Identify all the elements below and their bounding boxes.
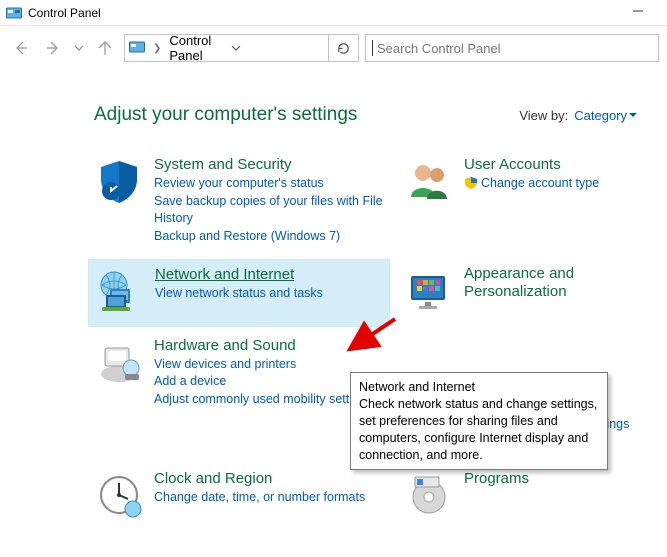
appearance-icon <box>404 265 454 315</box>
hardware-icon <box>94 337 144 387</box>
category-system-security[interactable]: System and Security Review your computer… <box>88 150 390 255</box>
category-sublink[interactable]: Change date, time, or number formats <box>154 489 365 506</box>
category-programs[interactable]: Programs <box>398 464 643 530</box>
refresh-button[interactable] <box>328 35 358 61</box>
category-sublink[interactable]: Adjust commonly used mobility settings <box>154 391 372 408</box>
breadcrumb-label[interactable]: Control Panel <box>169 33 226 63</box>
category-grid: System and Security Review your computer… <box>88 150 643 530</box>
category-sublink[interactable]: View devices and printers <box>154 356 372 373</box>
window-titlebar: Control Panel <box>0 0 667 26</box>
category-title[interactable]: System and Security <box>154 156 384 174</box>
navigation-bar: ❯ Control Panel Search Control Panel <box>0 26 667 70</box>
search-placeholder: Search Control Panel <box>377 41 501 56</box>
address-bar[interactable]: ❯ Control Panel <box>124 34 359 62</box>
category-title[interactable]: Hardware and Sound <box>154 337 372 355</box>
network-icon <box>95 266 145 316</box>
category-appearance[interactable]: Appearance and Personalization <box>398 259 643 327</box>
programs-icon <box>404 470 454 520</box>
forward-button[interactable] <box>40 35 66 61</box>
category-user-accounts[interactable]: User Accounts Change account type <box>398 150 643 255</box>
window-title: Control Panel <box>28 6 615 20</box>
category-title[interactable]: Programs <box>464 470 529 488</box>
category-sublink[interactable]: View network status and tasks <box>155 285 323 302</box>
chevron-down-icon <box>629 111 637 119</box>
category-sublink[interactable]: Review your computer's status <box>154 175 384 192</box>
address-history-dropdown[interactable] <box>227 43 329 53</box>
recent-locations-dropdown[interactable] <box>72 35 86 61</box>
category-network-internet[interactable]: Network and Internet View network status… <box>88 259 390 327</box>
control-panel-icon <box>6 5 22 21</box>
category-clock-region[interactable]: Clock and Region Change date, time, or n… <box>88 464 390 530</box>
clock-icon <box>94 470 144 520</box>
search-input[interactable]: Search Control Panel <box>365 34 659 62</box>
chevron-right-icon[interactable]: ❯ <box>149 43 165 54</box>
minimize-button[interactable] <box>615 4 661 22</box>
cursor-icon <box>372 40 373 56</box>
uac-shield-icon <box>464 176 478 190</box>
page-heading: Adjust your computer's settings <box>94 104 357 126</box>
view-by-label: View by: <box>519 108 568 123</box>
category-title[interactable]: Appearance and Personalization <box>464 265 637 301</box>
view-by-value[interactable]: Category <box>574 108 627 123</box>
category-sublink[interactable]: Backup and Restore (Windows 7) <box>154 228 384 245</box>
category-hardware-sound[interactable]: Hardware and Sound View devices and prin… <box>88 331 390 461</box>
tooltip-title: Network and Internet <box>359 379 599 396</box>
view-by-control[interactable]: View by: Category <box>519 108 643 123</box>
category-title[interactable]: Network and Internet <box>155 266 323 284</box>
category-sublink[interactable]: Add a device <box>154 373 372 390</box>
back-button[interactable] <box>8 35 34 61</box>
tooltip-body: Check network status and change settings… <box>359 396 599 464</box>
category-sublink[interactable]: Change account type <box>464 175 599 192</box>
category-title[interactable]: Clock and Region <box>154 470 365 488</box>
user-accounts-icon <box>404 156 454 206</box>
up-button[interactable] <box>92 35 118 61</box>
control-panel-addr-icon <box>129 39 145 58</box>
category-sublink[interactable]: Save backup copies of your files with Fi… <box>154 193 384 227</box>
category-title[interactable]: User Accounts <box>464 156 599 174</box>
tooltip: Network and Internet Check network statu… <box>350 372 608 470</box>
shield-icon <box>94 156 144 206</box>
